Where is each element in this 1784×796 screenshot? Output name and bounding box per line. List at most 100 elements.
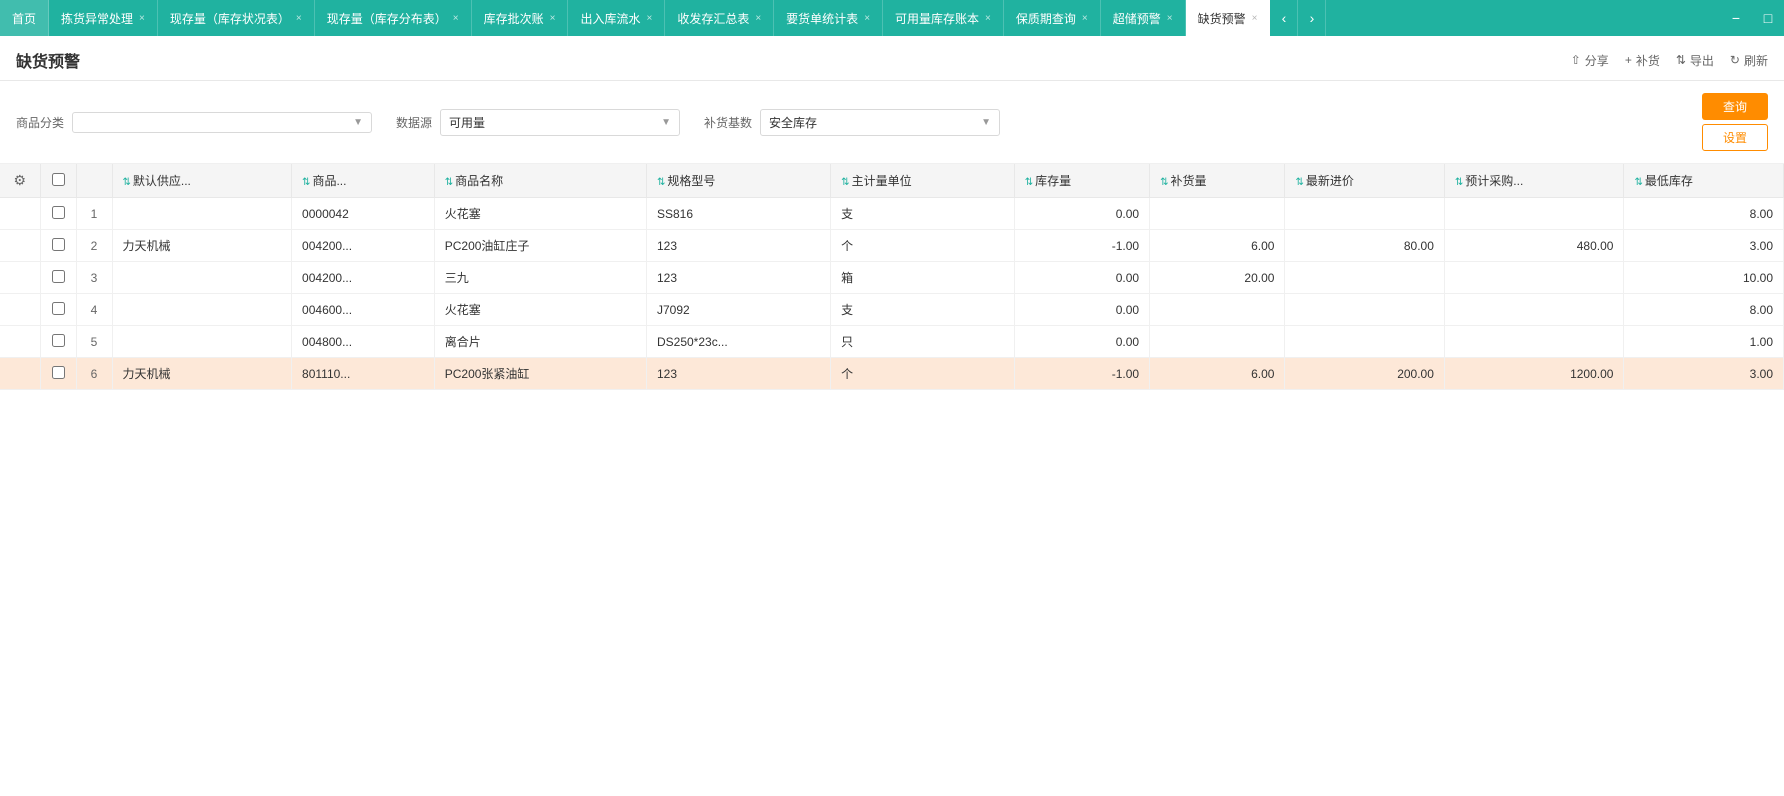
tab-close-icon[interactable]: × [1082, 13, 1088, 24]
tab-label: 可用量库存账本 [895, 10, 979, 27]
td-default-supplier [112, 294, 292, 326]
th-spec[interactable]: ⇅规格型号 [646, 164, 830, 198]
settings-button[interactable]: 设置 [1702, 124, 1768, 151]
refresh-icon: ↻ [1730, 53, 1740, 67]
th-latest-price[interactable]: ⇅最新进价 [1285, 164, 1444, 198]
td-est-purchase [1444, 198, 1624, 230]
th-default-supplier[interactable]: ⇅默认供应... [112, 164, 292, 198]
tab-close-icon[interactable]: × [646, 13, 652, 24]
td-default-supplier: 力天机械 [112, 358, 292, 390]
row-checkbox[interactable] [52, 366, 65, 379]
row-checkbox[interactable] [52, 302, 65, 315]
td-est-purchase: 1200.00 [1444, 358, 1624, 390]
tab-close-icon[interactable]: × [1167, 13, 1173, 24]
share-button[interactable]: ⇧ 分享 [1571, 52, 1609, 69]
category-select[interactable]: ▼ [72, 112, 372, 133]
tab-close-icon[interactable]: × [1252, 13, 1258, 24]
th-replenish-qty[interactable]: ⇅补货量 [1150, 164, 1285, 198]
replenish-base-select[interactable]: 安全库存 ▼ [760, 109, 1000, 136]
td-product-name: PC200张紧油缸 [434, 358, 646, 390]
page-title: 缺货预警 [16, 48, 80, 72]
datasource-select[interactable]: 可用量 ▼ [440, 109, 680, 136]
sort-icon: ⇅ [1295, 177, 1303, 188]
th-stock[interactable]: ⇅库存量 [1014, 164, 1149, 198]
datasource-chevron-down-icon: ▼ [661, 117, 671, 128]
tab-close-icon[interactable]: × [139, 13, 145, 24]
export-icon: ⇅ [1676, 53, 1686, 67]
td-latest-price [1285, 294, 1444, 326]
td-spec: 123 [646, 358, 830, 390]
th-est-purchase[interactable]: ⇅预计采购... [1444, 164, 1624, 198]
tab-收发存汇总表[interactable]: 收发存汇总表 × [665, 0, 774, 36]
refresh-button[interactable]: ↻ 刷新 [1730, 52, 1768, 69]
td-min-stock: 8.00 [1624, 198, 1784, 230]
tab-首页[interactable]: 首页 [0, 0, 49, 36]
tab-要货单统计表[interactable]: 要货单统计表 × [774, 0, 883, 36]
window-minimize-button[interactable]: − [1720, 10, 1752, 26]
tab-close-icon[interactable]: × [550, 13, 556, 24]
replenish-base-label: 补货基数 [704, 114, 752, 131]
replenish-button[interactable]: + 补货 [1625, 52, 1660, 69]
th-gear[interactable]: ⚙ [0, 164, 40, 198]
td-checkbox[interactable] [40, 326, 76, 358]
td-latest-price: 200.00 [1285, 358, 1444, 390]
row-checkbox[interactable] [52, 334, 65, 347]
tab-close-icon[interactable]: × [755, 13, 761, 24]
tab-close-icon[interactable]: × [864, 13, 870, 24]
th-min-stock[interactable]: ⇅最低库存 [1624, 164, 1784, 198]
tab-拣货异常处理[interactable]: 拣货异常处理 × [49, 0, 158, 36]
tab-保质期查询[interactable]: 保质期查询 × [1004, 0, 1101, 36]
td-default-supplier [112, 198, 292, 230]
td-spec: J7092 [646, 294, 830, 326]
window-controls: − □ [1720, 10, 1784, 26]
tab-label: 要货单统计表 [786, 10, 858, 27]
tab-超储预警[interactable]: 超储预警 × [1101, 0, 1186, 36]
sort-icon: ⇅ [302, 177, 310, 188]
tab-next-button[interactable]: › [1298, 0, 1326, 36]
th-product-name[interactable]: ⇅商品名称 [434, 164, 646, 198]
td-checkbox[interactable] [40, 230, 76, 262]
td-product-code: 004600... [292, 294, 435, 326]
share-icon: ⇧ [1571, 53, 1581, 67]
td-gear [0, 230, 40, 262]
table-row: 5 004800... 离合片 DS250*23c... 只 0.00 1.00 [0, 326, 1784, 358]
tab-出入库流水[interactable]: 出入库流水 × [568, 0, 665, 36]
window-maximize-button[interactable]: □ [1752, 10, 1784, 26]
td-row-no: 4 [76, 294, 112, 326]
td-checkbox[interactable] [40, 198, 76, 230]
replenish-base-select-value: 安全库存 [769, 114, 817, 131]
query-button[interactable]: 查询 [1702, 93, 1768, 120]
tab-现存量库存分布表[interactable]: 现存量（库存分布表） × [315, 0, 472, 36]
export-button[interactable]: ⇅ 导出 [1676, 52, 1714, 69]
tab-库存批次账[interactable]: 库存批次账 × [472, 0, 569, 36]
td-replenish-qty: 6.00 [1150, 358, 1285, 390]
row-checkbox[interactable] [52, 206, 65, 219]
td-product-code: 004200... [292, 262, 435, 294]
tab-close-icon[interactable]: × [985, 13, 991, 24]
tab-prev-button[interactable]: ‹ [1270, 0, 1298, 36]
replenish-base-filter-group: 补货基数 安全库存 ▼ [704, 109, 1000, 136]
row-checkbox[interactable] [52, 270, 65, 283]
refresh-label: 刷新 [1744, 52, 1768, 69]
td-replenish-qty: 20.00 [1150, 262, 1285, 294]
tab-现存量库存状况表[interactable]: 现存量（库存状况表） × [158, 0, 315, 36]
th-unit[interactable]: ⇅主计量单位 [831, 164, 1015, 198]
td-row-no: 1 [76, 198, 112, 230]
gear-icon[interactable]: ⚙ [13, 172, 26, 188]
table-row: 2 力天机械 004200... PC200油缸庄子 123 个 -1.00 6… [0, 230, 1784, 262]
td-min-stock: 3.00 [1624, 230, 1784, 262]
tab-label: 首页 [12, 10, 36, 27]
th-checkbox[interactable] [40, 164, 76, 198]
th-product-code[interactable]: ⇅商品... [292, 164, 435, 198]
td-checkbox[interactable] [40, 358, 76, 390]
tab-缺货预警[interactable]: 缺货预警 × [1186, 0, 1271, 36]
tab-close-icon[interactable]: × [296, 13, 302, 24]
replenish-base-chevron-down-icon: ▼ [981, 117, 991, 128]
td-est-purchase [1444, 326, 1624, 358]
tab-可用量库存账本[interactable]: 可用量库存账本 × [883, 0, 1004, 36]
td-checkbox[interactable] [40, 262, 76, 294]
tab-close-icon[interactable]: × [453, 13, 459, 24]
row-checkbox[interactable] [52, 238, 65, 251]
select-all-checkbox[interactable] [52, 173, 65, 186]
td-checkbox[interactable] [40, 294, 76, 326]
